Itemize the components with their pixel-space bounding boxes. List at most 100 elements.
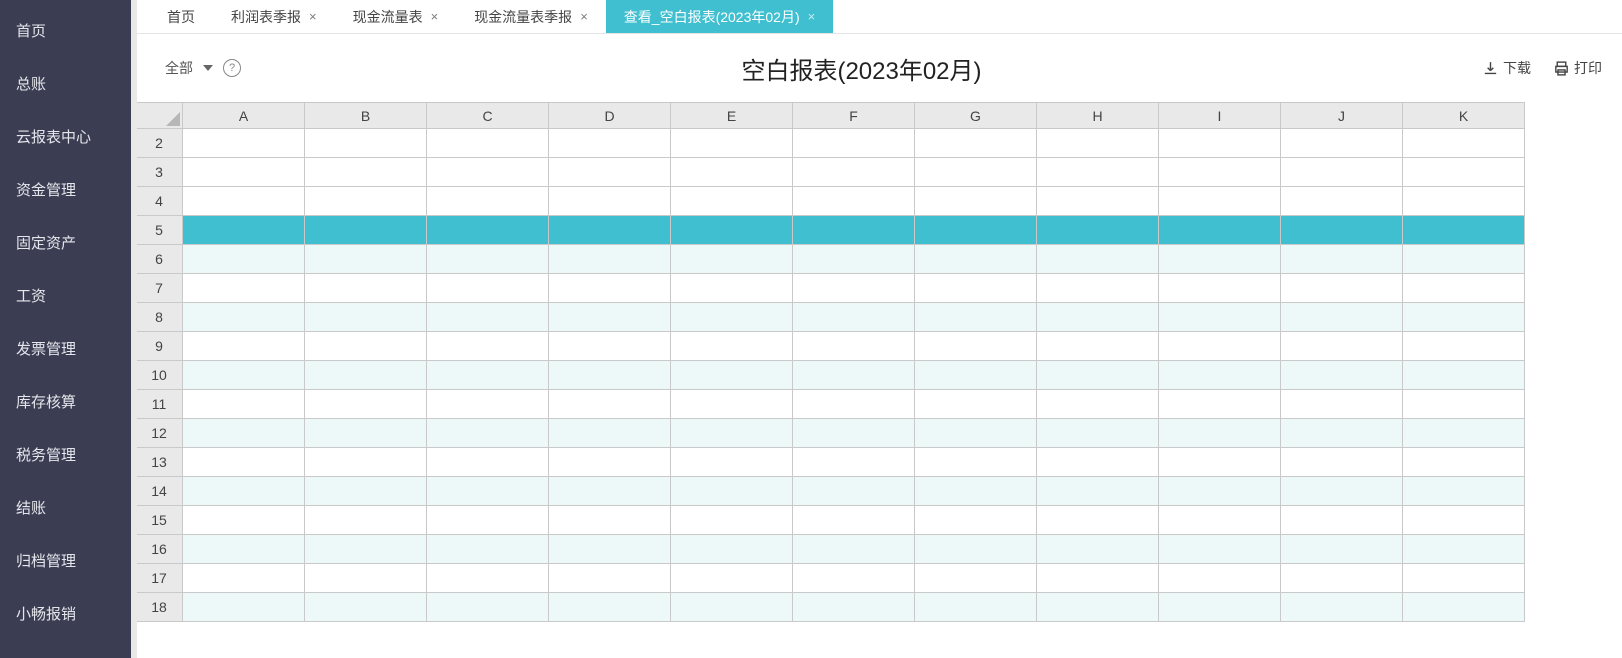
cell-F16[interactable] [793, 535, 915, 564]
cell-J5[interactable] [1281, 216, 1403, 245]
cell-A4[interactable] [183, 187, 305, 216]
cell-K16[interactable] [1403, 535, 1525, 564]
cell-H13[interactable] [1037, 448, 1159, 477]
row-header-17[interactable]: 17 [136, 564, 183, 593]
col-header-K[interactable]: K [1403, 103, 1525, 129]
cell-H18[interactable] [1037, 593, 1159, 622]
close-icon[interactable]: × [431, 9, 439, 24]
tab-3[interactable]: 现金流量表季报× [456, 0, 606, 33]
cell-D13[interactable] [549, 448, 671, 477]
cell-B8[interactable] [305, 303, 427, 332]
row-header-9[interactable]: 9 [136, 332, 183, 361]
cell-I13[interactable] [1159, 448, 1281, 477]
row-header-6[interactable]: 6 [136, 245, 183, 274]
cell-K14[interactable] [1403, 477, 1525, 506]
cell-F7[interactable] [793, 274, 915, 303]
cell-C18[interactable] [427, 593, 549, 622]
cell-G18[interactable] [915, 593, 1037, 622]
cell-A11[interactable] [183, 390, 305, 419]
cell-C10[interactable] [427, 361, 549, 390]
cell-J8[interactable] [1281, 303, 1403, 332]
tab-4[interactable]: 查看_空白报表(2023年02月)× [606, 0, 833, 33]
cell-A6[interactable] [183, 245, 305, 274]
sidebar-item-0[interactable]: 首页 [0, 4, 131, 57]
cell-H14[interactable] [1037, 477, 1159, 506]
cell-E7[interactable] [671, 274, 793, 303]
cell-E2[interactable] [671, 129, 793, 158]
cell-G7[interactable] [915, 274, 1037, 303]
close-icon[interactable]: × [309, 9, 317, 24]
cell-D5[interactable] [549, 216, 671, 245]
sidebar-item-1[interactable]: 总账 [0, 57, 131, 110]
print-button[interactable]: 打印 [1553, 58, 1602, 78]
chevron-down-icon[interactable] [203, 65, 213, 71]
cell-I5[interactable] [1159, 216, 1281, 245]
cell-A16[interactable] [183, 535, 305, 564]
cell-E8[interactable] [671, 303, 793, 332]
cell-F3[interactable] [793, 158, 915, 187]
cell-F14[interactable] [793, 477, 915, 506]
cell-G3[interactable] [915, 158, 1037, 187]
cell-I11[interactable] [1159, 390, 1281, 419]
cell-J18[interactable] [1281, 593, 1403, 622]
cell-A17[interactable] [183, 564, 305, 593]
row-header-10[interactable]: 10 [136, 361, 183, 390]
cell-E14[interactable] [671, 477, 793, 506]
cell-H5[interactable] [1037, 216, 1159, 245]
cell-C7[interactable] [427, 274, 549, 303]
cell-F8[interactable] [793, 303, 915, 332]
cell-I17[interactable] [1159, 564, 1281, 593]
cell-J14[interactable] [1281, 477, 1403, 506]
cell-H3[interactable] [1037, 158, 1159, 187]
cell-H16[interactable] [1037, 535, 1159, 564]
cell-D8[interactable] [549, 303, 671, 332]
help-icon[interactable]: ? [223, 59, 241, 77]
cell-H15[interactable] [1037, 506, 1159, 535]
sidebar-item-9[interactable]: 结账 [0, 481, 131, 534]
tab-1[interactable]: 利润表季报× [213, 0, 335, 33]
cell-D12[interactable] [549, 419, 671, 448]
cell-K2[interactable] [1403, 129, 1525, 158]
cell-A14[interactable] [183, 477, 305, 506]
cell-K10[interactable] [1403, 361, 1525, 390]
cell-D9[interactable] [549, 332, 671, 361]
cell-B5[interactable] [305, 216, 427, 245]
cell-J9[interactable] [1281, 332, 1403, 361]
cell-H8[interactable] [1037, 303, 1159, 332]
cell-H10[interactable] [1037, 361, 1159, 390]
cell-D11[interactable] [549, 390, 671, 419]
col-header-D[interactable]: D [549, 103, 671, 129]
cell-A13[interactable] [183, 448, 305, 477]
cell-J4[interactable] [1281, 187, 1403, 216]
cell-F2[interactable] [793, 129, 915, 158]
cell-F13[interactable] [793, 448, 915, 477]
sidebar-item-3[interactable]: 资金管理 [0, 163, 131, 216]
sidebar-item-2[interactable]: 云报表中心 [0, 110, 131, 163]
cell-B12[interactable] [305, 419, 427, 448]
cell-F4[interactable] [793, 187, 915, 216]
cell-F10[interactable] [793, 361, 915, 390]
col-header-B[interactable]: B [305, 103, 427, 129]
col-header-C[interactable]: C [427, 103, 549, 129]
cell-J15[interactable] [1281, 506, 1403, 535]
cell-F12[interactable] [793, 419, 915, 448]
cell-K18[interactable] [1403, 593, 1525, 622]
cell-F15[interactable] [793, 506, 915, 535]
col-header-H[interactable]: H [1037, 103, 1159, 129]
cell-H7[interactable] [1037, 274, 1159, 303]
cell-C8[interactable] [427, 303, 549, 332]
cell-A9[interactable] [183, 332, 305, 361]
cell-E11[interactable] [671, 390, 793, 419]
row-header-7[interactable]: 7 [136, 274, 183, 303]
cell-I8[interactable] [1159, 303, 1281, 332]
cell-D6[interactable] [549, 245, 671, 274]
cell-I3[interactable] [1159, 158, 1281, 187]
cell-B4[interactable] [305, 187, 427, 216]
row-header-14[interactable]: 14 [136, 477, 183, 506]
close-icon[interactable]: × [808, 9, 816, 24]
col-header-A[interactable]: A [183, 103, 305, 129]
cell-D16[interactable] [549, 535, 671, 564]
cell-E3[interactable] [671, 158, 793, 187]
cell-A18[interactable] [183, 593, 305, 622]
row-header-5[interactable]: 5 [136, 216, 183, 245]
